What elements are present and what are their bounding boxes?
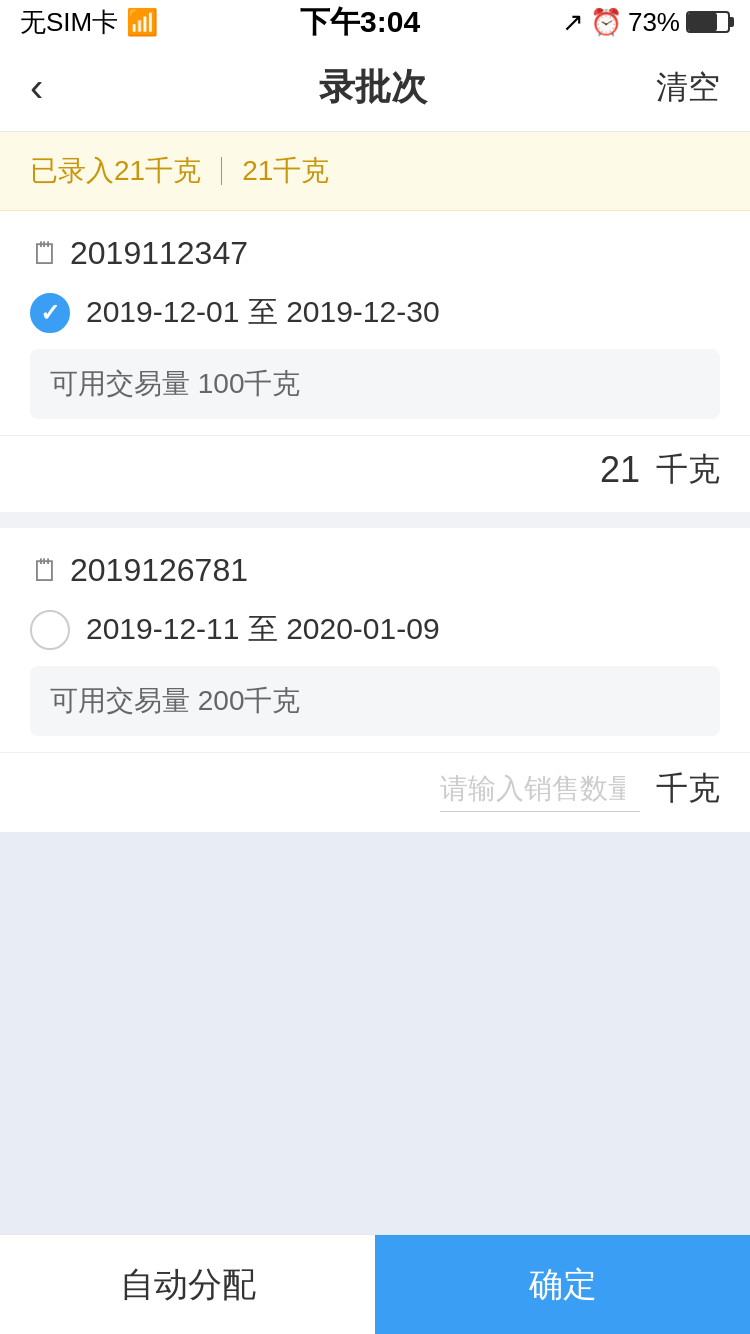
section-divider-1 <box>0 512 750 528</box>
status-right: ↗ ⏰ 73% <box>562 7 730 38</box>
back-button[interactable]: ‹ <box>30 65 90 110</box>
batch-avail-2: 可用交易量 200千克 <box>30 666 720 736</box>
battery-percent: 73% <box>628 7 680 38</box>
summary-value: 21千克 <box>242 152 329 190</box>
batch-date-row-1: 2019-12-01 至 2019-12-30 <box>0 284 750 341</box>
alarm-icon: ⏰ <box>590 7 622 38</box>
batch-header-2: 🗒 2019126781 <box>0 528 750 601</box>
status-bar: 无SIM卡 📶 下午3:04 ↗ ⏰ 73% <box>0 0 750 44</box>
batch-card-2: 🗒 2019126781 2019-12-11 至 2020-01-09 可用交… <box>0 528 750 832</box>
batch-date-row-2: 2019-12-11 至 2020-01-09 <box>0 601 750 658</box>
status-time: 下午3:04 <box>300 2 420 43</box>
qty-unit-2: 千克 <box>656 767 720 811</box>
battery-icon <box>686 11 730 33</box>
batch-id-1: 2019112347 <box>70 235 248 272</box>
batch-input-row-1: 21 千克 <box>0 435 750 512</box>
radio-btn-1[interactable] <box>30 293 70 333</box>
status-left: 无SIM卡 📶 <box>20 5 158 40</box>
batch-date-2: 2019-12-11 至 2020-01-09 <box>86 609 440 650</box>
batch-card-1: 🗒 2019112347 2019-12-01 至 2019-12-30 可用交… <box>0 211 750 512</box>
batch-header-1: 🗒 2019112347 <box>0 211 750 284</box>
radio-btn-2[interactable] <box>30 610 70 650</box>
clear-button[interactable]: 清空 <box>656 66 720 110</box>
qty-input-2[interactable] <box>440 765 640 812</box>
content-area: 🗒 2019112347 2019-12-01 至 2019-12-30 可用交… <box>0 211 750 1334</box>
summary-label: 已录入21千克 <box>30 152 201 190</box>
batch-date-1: 2019-12-01 至 2019-12-30 <box>86 292 440 333</box>
carrier-label: 无SIM卡 <box>20 5 118 40</box>
wifi-icon: 📶 <box>126 7 158 38</box>
batch-icon-2: 🗒 <box>30 554 60 588</box>
page-title: 录批次 <box>319 63 427 112</box>
batch-id-2: 2019126781 <box>70 552 248 589</box>
batch-avail-1: 可用交易量 100千克 <box>30 349 720 419</box>
nav-bar: ‹ 录批次 清空 <box>0 44 750 132</box>
qty-unit-1: 千克 <box>656 448 720 492</box>
summary-bar: 已录入21千克 21千克 <box>0 132 750 211</box>
confirm-button[interactable]: 确定 <box>375 1235 750 1334</box>
bottom-bar: 自动分配 确定 <box>0 1234 750 1334</box>
batch-icon-1: 🗒 <box>30 237 60 271</box>
qty-value-1: 21 <box>560 449 640 491</box>
location-icon: ↗ <box>562 7 584 38</box>
auto-distribute-button[interactable]: 自动分配 <box>0 1235 375 1334</box>
batch-input-row-2: 千克 <box>0 752 750 832</box>
summary-divider <box>221 157 222 185</box>
